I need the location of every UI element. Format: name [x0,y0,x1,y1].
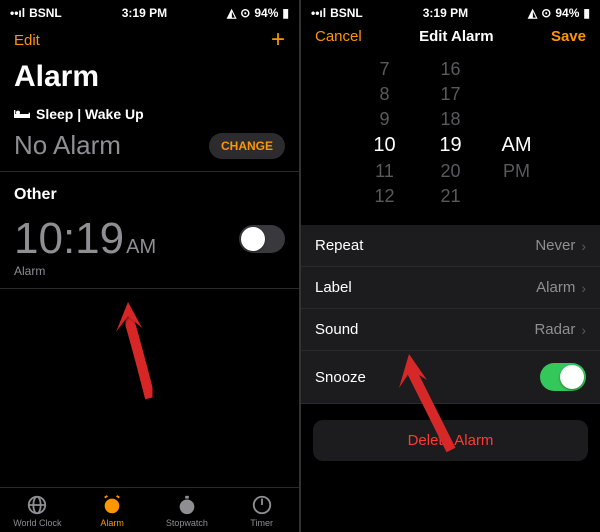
tab-timer[interactable]: Timer [224,494,299,528]
row-value: Alarm [536,279,575,296]
row-label: Repeat [315,237,363,254]
alarm-indicator-icon: ⊙ [240,6,250,20]
edit-alarm-screen: ••ıl BSNL 3:19 PM ◭ ⊙ 94% ▮ Cancel Edit … [301,0,600,532]
nav-bar: Cancel Edit Alarm Save [301,22,600,49]
repeat-row[interactable]: Repeat Never › [301,225,600,267]
row-value: Radar [534,321,575,338]
globe-icon [26,494,48,516]
page-title: Alarm [0,56,299,102]
stopwatch-icon [176,494,198,516]
sleep-section-header: Sleep | Wake Up [0,102,299,124]
status-bar: ••ıl BSNL 3:19 PM ◭ ⊙ 94% ▮ [301,0,600,22]
alarm-toggle[interactable] [239,225,285,253]
snooze-toggle[interactable] [540,363,586,391]
signal-icon: ••ıl [10,6,25,20]
tab-world-clock[interactable]: World Clock [0,494,75,528]
chevron-right-icon: › [581,322,586,338]
alarm-time-digits: 10:19 [14,214,124,264]
nav-bar: Edit + [0,22,299,56]
other-section-header: Other [0,172,299,210]
row-value: Never [535,237,575,254]
carrier: BSNL [29,6,62,20]
chevron-right-icon: › [581,238,586,254]
alarm-label: Alarm [0,264,299,289]
row-label: Label [315,279,352,296]
carrier: BSNL [330,6,363,20]
alarm-time: 10:19 AM [14,214,156,264]
sound-row[interactable]: Sound Radar › [301,309,600,351]
alarm-icon [101,494,123,516]
battery-pct: 94% [254,6,278,20]
save-button[interactable]: Save [551,28,586,45]
battery-icon: ▮ [282,6,289,20]
timer-icon [251,494,273,516]
snooze-row: Snooze [301,351,600,404]
battery-pct: 94% [555,6,579,20]
status-time: 3:19 PM [122,6,167,20]
alarm-time-ampm: AM [126,236,156,259]
no-alarm-row: No Alarm CHANGE [0,124,299,172]
change-button[interactable]: CHANGE [209,133,285,159]
delete-alarm-button[interactable]: Delete Alarm [313,420,588,461]
tab-bar: World Clock Alarm Stopwatch Timer [0,487,299,532]
settings-list: Repeat Never› Label Alarm› Sound Radar› … [301,225,600,404]
alarm-list-screen: ••ıl BSNL 3:19 PM ◭ ⊙ 94% ▮ Edit + Alarm… [0,0,299,532]
row-label: Snooze [315,369,366,386]
tab-alarm[interactable]: Alarm [75,494,150,528]
status-bar: ••ıl BSNL 3:19 PM ◭ ⊙ 94% ▮ [0,0,299,22]
row-label: Sound [315,321,358,338]
status-time: 3:19 PM [423,6,468,20]
location-icon: ◭ [227,6,236,20]
pointer-arrow-icon [110,298,170,408]
location-icon: ◭ [528,6,537,20]
page-title: Edit Alarm [419,28,493,45]
add-alarm-button[interactable]: + [271,28,285,52]
no-alarm-text: No Alarm [14,130,121,161]
alarm-indicator-icon: ⊙ [541,6,551,20]
cancel-button[interactable]: Cancel [315,28,362,45]
tab-label: World Clock [13,518,61,528]
tab-stopwatch[interactable]: Stopwatch [150,494,225,528]
label-row[interactable]: Label Alarm › [301,267,600,309]
tab-label: Stopwatch [166,518,208,528]
time-picker[interactable]: 716 817 918 1019AM 1120PM 1221 [301,49,600,215]
sleep-header-text: Sleep | Wake Up [36,106,144,122]
picker-hour: 10 [367,134,403,157]
picker-ampm: AM [499,134,535,157]
signal-icon: ••ıl [311,6,326,20]
alarm-entry[interactable]: 10:19 AM [0,210,299,264]
tab-label: Timer [250,518,273,528]
picker-minute: 19 [433,134,469,157]
battery-icon: ▮ [583,6,590,20]
tab-label: Alarm [100,518,124,528]
chevron-right-icon: › [581,280,586,296]
bed-icon [14,108,30,120]
edit-button[interactable]: Edit [14,32,40,49]
